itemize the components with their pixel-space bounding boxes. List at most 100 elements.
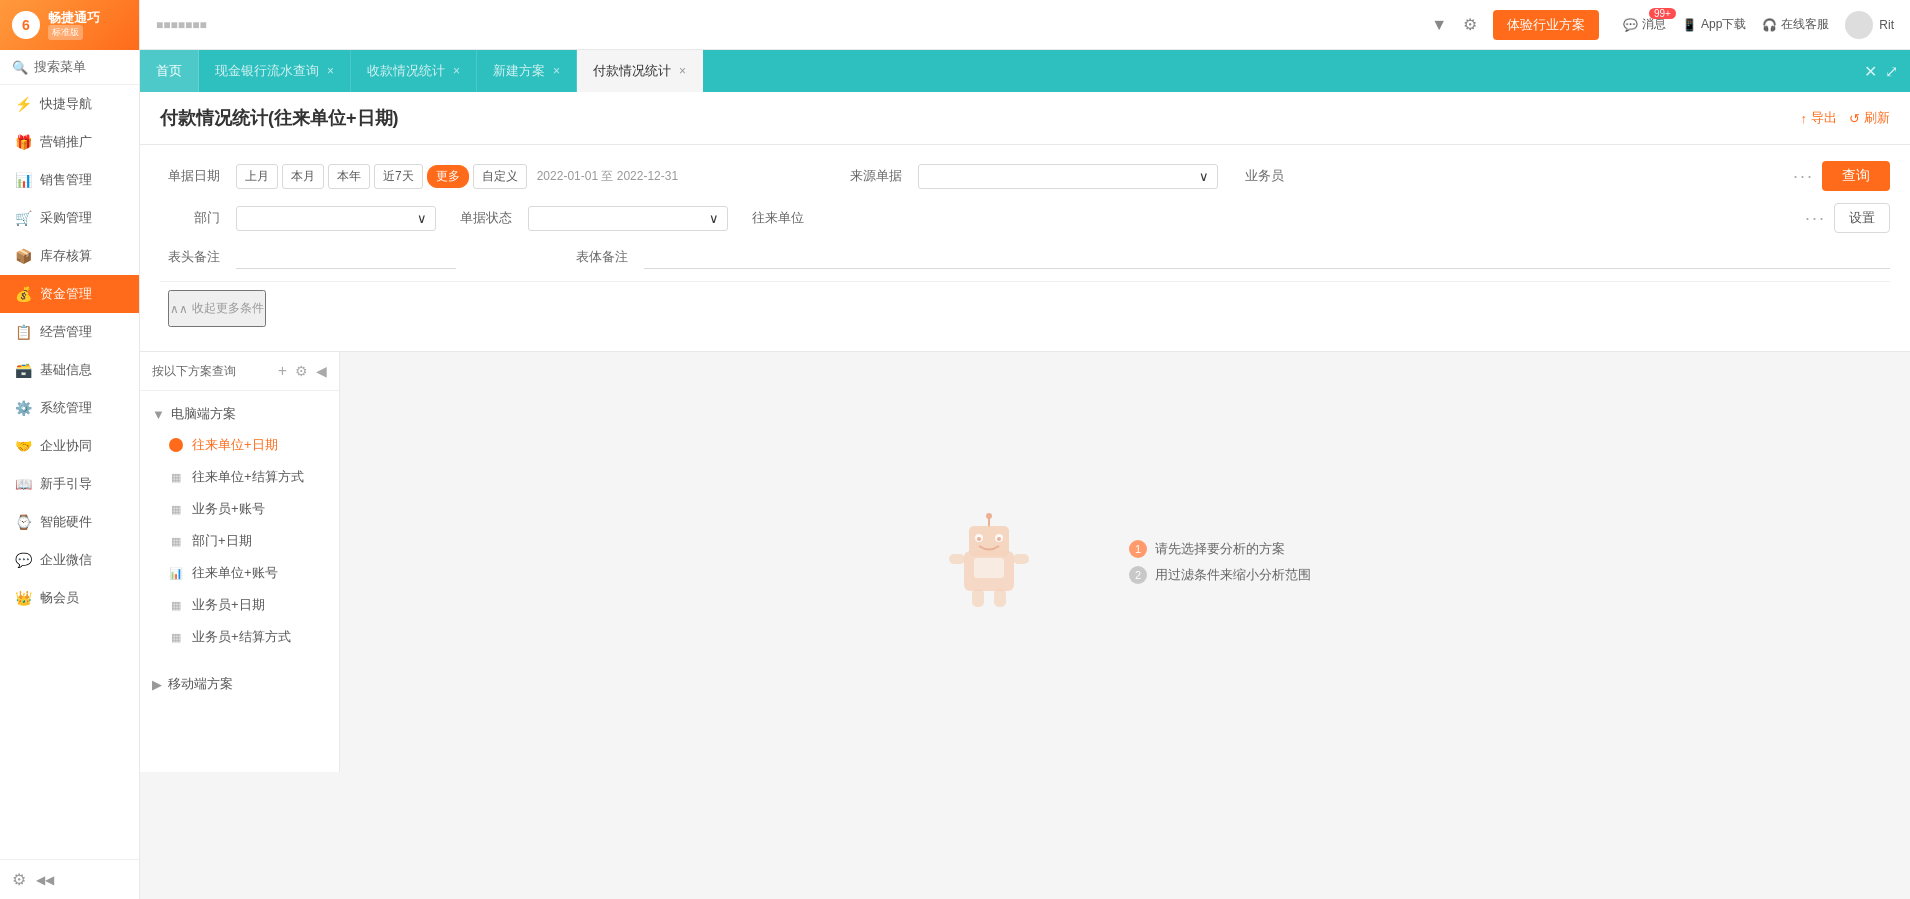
scheme-item-partner-date[interactable]: 往来单位+日期	[140, 429, 339, 461]
counter-party-dots[interactable]: ···	[1805, 208, 1826, 229]
breadcrumb: ■■■■■■■	[156, 18, 1419, 32]
date-btn-last-month[interactable]: 上月	[236, 164, 278, 189]
scheme-item-dept-date[interactable]: ▦ 部门+日期	[140, 525, 339, 557]
left-scheme-panel: 按以下方案查询 + ⚙ ◀ ▼ 电脑端方案	[140, 352, 340, 772]
sidebar-item-system[interactable]: ⚙️ 系统管理	[0, 389, 139, 427]
export-button[interactable]: ↑ 导出	[1801, 109, 1838, 127]
settings-button[interactable]: 设置	[1834, 203, 1890, 233]
header-gear-icon[interactable]: ⚙	[1463, 15, 1477, 34]
collapse-button[interactable]: ∧∧ 收起更多条件	[168, 290, 266, 327]
basicinfo-label: 基础信息	[40, 361, 92, 379]
tab-newscheme-label: 新建方案	[493, 62, 545, 80]
app-download-label: App下载	[1701, 16, 1746, 33]
mobile-group-header[interactable]: ▶ 移动端方案	[140, 669, 339, 699]
date-range-display: 2022-01-01 至 2022-12-31	[537, 168, 678, 185]
user-area[interactable]: Rit	[1845, 11, 1894, 39]
quicknav-label: 快捷导航	[40, 95, 92, 113]
add-scheme-icon[interactable]: +	[278, 362, 287, 380]
service-icon: 🎧	[1762, 18, 1777, 32]
svg-point-4	[977, 537, 981, 541]
scheme-item-partner-account[interactable]: 📊 往来单位+账号	[140, 557, 339, 589]
purchase-label: 采购管理	[40, 209, 92, 227]
scheme-collapse-icon[interactable]: ◀	[316, 363, 327, 379]
page-content: 付款情况统计(往来单位+日期) ↑ 导出 ↺ 刷新 单据日期 上月	[140, 92, 1910, 899]
hint-2-num: 2	[1129, 566, 1147, 584]
scheme-item-staff-account[interactable]: ▦ 业务员+账号	[140, 493, 339, 525]
svg-rect-12	[974, 558, 1004, 578]
search-menu-label: 搜索菜单	[34, 58, 86, 76]
filter-row-3: 表头备注 表体备注	[160, 245, 1890, 269]
sidebar-item-inventory[interactable]: 📦 库存核算	[0, 237, 139, 275]
tab-newscheme[interactable]: 新建方案 ×	[477, 50, 577, 92]
scheme-item-staff-settle[interactable]: ▦ 业务员+结算方式	[140, 621, 339, 653]
sidebar-item-capital[interactable]: 💰 资金管理	[0, 275, 139, 313]
tab-receipts[interactable]: 收款情况统计 ×	[351, 50, 477, 92]
purchase-icon: 🛒	[14, 209, 32, 227]
trial-button[interactable]: 体验行业方案	[1493, 10, 1599, 40]
date-btn-7days[interactable]: 近7天	[374, 164, 423, 189]
body-note-input[interactable]	[644, 245, 1890, 269]
tab-payments-close[interactable]: ×	[679, 64, 686, 78]
sidebar-item-operation[interactable]: 📋 经营管理	[0, 313, 139, 351]
date-btn-more[interactable]: 更多	[427, 165, 469, 188]
sidebar-item-enterprise[interactable]: 🤝 企业协同	[0, 427, 139, 465]
left-panel-header: 按以下方案查询 + ⚙ ◀	[140, 352, 339, 391]
content-area: 按以下方案查询 + ⚙ ◀ ▼ 电脑端方案	[140, 352, 1910, 772]
footer-settings-icon[interactable]: ⚙	[12, 870, 26, 889]
scheme-settings-icon[interactable]: ⚙	[295, 363, 308, 379]
online-service-btn[interactable]: 🎧 在线客服	[1762, 16, 1829, 33]
header-settings-icon[interactable]: ▼	[1431, 16, 1447, 34]
tab-home[interactable]: 首页	[140, 50, 199, 92]
avatar	[1845, 11, 1873, 39]
tab-receipts-label: 收款情况统计	[367, 62, 445, 80]
refresh-button[interactable]: ↺ 刷新	[1849, 109, 1890, 127]
header-note-input[interactable]	[236, 245, 456, 269]
sidebar-item-wechat[interactable]: 💬 企业微信	[0, 541, 139, 579]
tab-spacer	[703, 50, 1852, 92]
tab-receipts-close[interactable]: ×	[453, 64, 460, 78]
scheme-item-staff-date[interactable]: ▦ 业务员+日期	[140, 589, 339, 621]
filter-row-2: 部门 ∨ 单据状态 ∨ 往来单位 ··· 设置	[160, 203, 1890, 233]
tab-newscheme-close[interactable]: ×	[553, 64, 560, 78]
filter-panel: 单据日期 上月 本月 本年 近7天 更多 自定义 2022-01-01 至 20…	[140, 145, 1910, 352]
sidebar-item-sales[interactable]: 📊 销售管理	[0, 161, 139, 199]
tab-payments[interactable]: 付款情况统计 ×	[577, 50, 703, 92]
basicinfo-icon: 🗃️	[14, 361, 32, 379]
app-download-btn[interactable]: 📱 App下载	[1682, 16, 1746, 33]
source-select[interactable]: ∨	[918, 164, 1218, 189]
tab-close-all-icon[interactable]: ✕	[1864, 62, 1877, 81]
tab-expand-icon[interactable]: ⤢	[1885, 62, 1898, 81]
date-btn-this-month[interactable]: 本月	[282, 164, 324, 189]
search-menu-item[interactable]: 🔍 搜索菜单	[0, 50, 139, 85]
hardware-icon: ⌚	[14, 513, 32, 531]
date-btn-custom[interactable]: 自定义	[473, 164, 527, 189]
tab-cashflow[interactable]: 现金银行流水查询 ×	[199, 50, 351, 92]
desktop-group-header[interactable]: ▼ 电脑端方案	[140, 399, 339, 429]
doc-status-select[interactable]: ∨	[528, 206, 728, 231]
tab-payments-label: 付款情况统计	[593, 62, 671, 80]
messages-btn[interactable]: 💬 消息 99+	[1623, 16, 1666, 33]
sidebar-badge: 标准版	[48, 25, 83, 40]
svg-rect-1	[969, 526, 1009, 556]
svg-rect-11	[994, 589, 1006, 607]
hardware-label: 智能硬件	[40, 513, 92, 531]
source-label: 来源单据	[842, 167, 902, 185]
dept-select[interactable]: ∨	[236, 206, 436, 231]
query-button[interactable]: 查询	[1822, 161, 1890, 191]
sidebar-item-marketing[interactable]: 🎁 营销推广	[0, 123, 139, 161]
footer-collapse-icon[interactable]: ◀◀	[36, 873, 54, 887]
scheme-chart-icon: 📊	[168, 565, 184, 581]
tab-home-label: 首页	[156, 62, 182, 80]
salesperson-dots[interactable]: ···	[1793, 166, 1814, 187]
sidebar-item-hardware[interactable]: ⌚ 智能硬件	[0, 503, 139, 541]
date-btn-this-year[interactable]: 本年	[328, 164, 370, 189]
sidebar-item-quicknav[interactable]: ⚡ 快捷导航	[0, 85, 139, 123]
sidebar-item-guide[interactable]: 📖 新手引导	[0, 465, 139, 503]
tab-cashflow-label: 现金银行流水查询	[215, 62, 319, 80]
breadcrumb-blurred: ■■■■■■■	[156, 18, 207, 32]
sidebar-item-purchase[interactable]: 🛒 采购管理	[0, 199, 139, 237]
scheme-item-partner-settle[interactable]: ▦ 往来单位+结算方式	[140, 461, 339, 493]
sidebar-item-member[interactable]: 👑 畅会员	[0, 579, 139, 617]
sidebar-item-basicinfo[interactable]: 🗃️ 基础信息	[0, 351, 139, 389]
tab-cashflow-close[interactable]: ×	[327, 64, 334, 78]
